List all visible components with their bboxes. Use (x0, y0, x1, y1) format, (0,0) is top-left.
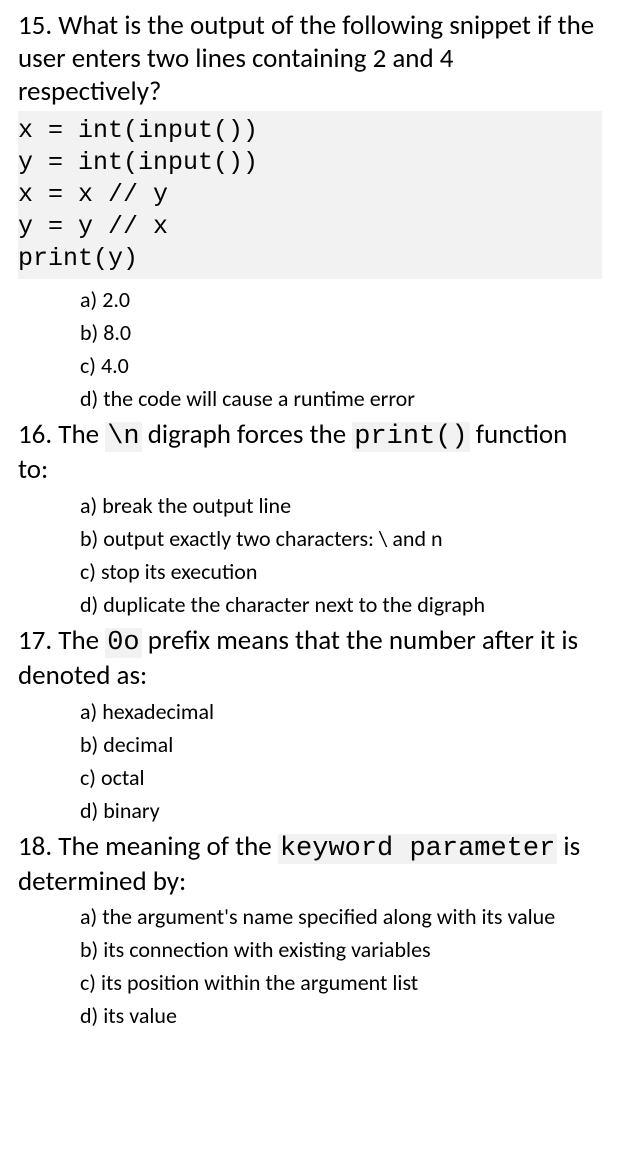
option-text: decimal (103, 731, 173, 758)
option: b) output exactly two characters: \ and … (80, 522, 602, 555)
question: 17. The 0o prefix means that the number … (18, 625, 602, 827)
option-text: 8.0 (103, 319, 131, 346)
option-text: its value (103, 1002, 177, 1029)
option-label: b) (80, 319, 98, 346)
option-text: its position within the argument list (101, 969, 418, 996)
option-text: hexadecimal (102, 698, 214, 725)
option-label: d) (80, 385, 98, 412)
option: c) octal (80, 761, 602, 794)
question-number: 16. (18, 418, 52, 451)
option-label: c) (80, 558, 96, 585)
question-text: The 0o prefix means that the number afte… (18, 624, 578, 692)
option-text: stop its execution (101, 558, 257, 585)
option-text: its connection with existing variables (103, 936, 430, 963)
option: b) its connection with existing variable… (80, 933, 602, 966)
question: 15. What is the output of the following … (18, 10, 602, 415)
option-text: break the output line (102, 492, 291, 519)
question: 18. The meaning of the keyword parameter… (18, 831, 602, 1033)
option-text: 4.0 (101, 352, 129, 379)
option-label: c) (80, 764, 96, 791)
option: d) the code will cause a runtime error (80, 382, 602, 415)
option: d) binary (80, 794, 602, 827)
option: d) its value (80, 999, 602, 1032)
question-text: The \n digraph forces the print() functi… (18, 418, 567, 486)
option-label: d) (80, 591, 98, 618)
question-text: The meaning of the keyword parameter is … (18, 830, 580, 898)
option-label: b) (80, 731, 98, 758)
question-stem: 18. The meaning of the keyword parameter… (18, 831, 602, 899)
question-stem: 15. What is the output of the following … (18, 10, 602, 109)
quiz-document: 15. What is the output of the following … (18, 10, 602, 1032)
option-text: the argument's name specified along with… (102, 903, 555, 930)
option-text: the code will cause a runtime error (103, 385, 415, 412)
option: c) 4.0 (80, 349, 602, 382)
question: 16. The \n digraph forces the print() fu… (18, 419, 602, 621)
question-number: 15. (18, 9, 52, 42)
option-text: octal (101, 764, 145, 791)
options-list: a) the argument's name specified along w… (18, 900, 602, 1032)
code-block: x = int(input()) y = int(input()) x = x … (18, 111, 602, 279)
option: a) 2.0 (80, 283, 602, 316)
question-stem: 16. The \n digraph forces the print() fu… (18, 419, 602, 487)
option: c) stop its execution (80, 555, 602, 588)
option: a) hexadecimal (80, 695, 602, 728)
option: b) decimal (80, 728, 602, 761)
option: a) break the output line (80, 489, 602, 522)
options-list: a) break the output lineb) output exactl… (18, 489, 602, 621)
option: d) duplicate the character next to the d… (80, 588, 602, 621)
option-label: d) (80, 1002, 98, 1029)
option-text: 2.0 (102, 286, 130, 313)
question-text: What is the output of the following snip… (18, 9, 594, 108)
options-list: a) hexadecimalb) decimalc) octald) binar… (18, 695, 602, 827)
option-label: b) (80, 936, 98, 963)
question-stem: 17. The 0o prefix means that the number … (18, 625, 602, 693)
option-label: a) (80, 698, 97, 725)
option-label: b) (80, 525, 98, 552)
option: c) its position within the argument list (80, 966, 602, 999)
option: b) 8.0 (80, 316, 602, 349)
inline-code: keyword parameter (278, 834, 557, 864)
question-number: 17. (18, 624, 52, 657)
options-list: a) 2.0b) 8.0c) 4.0d) the code will cause… (18, 283, 602, 415)
option-label: a) (80, 492, 97, 519)
option-label: c) (80, 352, 96, 379)
question-number: 18. (18, 830, 52, 863)
option-label: a) (80, 286, 97, 313)
option-text: output exactly two characters: \ and n (103, 525, 442, 552)
option-label: c) (80, 969, 96, 996)
inline-code: print() (352, 422, 469, 452)
option-text: binary (103, 797, 159, 824)
option-label: d) (80, 797, 98, 824)
option-text: duplicate the character next to the digr… (103, 591, 485, 618)
option-label: a) (80, 903, 97, 930)
inline-code: \n (105, 422, 141, 452)
option: a) the argument's name specified along w… (80, 900, 602, 933)
inline-code: 0o (105, 628, 141, 658)
